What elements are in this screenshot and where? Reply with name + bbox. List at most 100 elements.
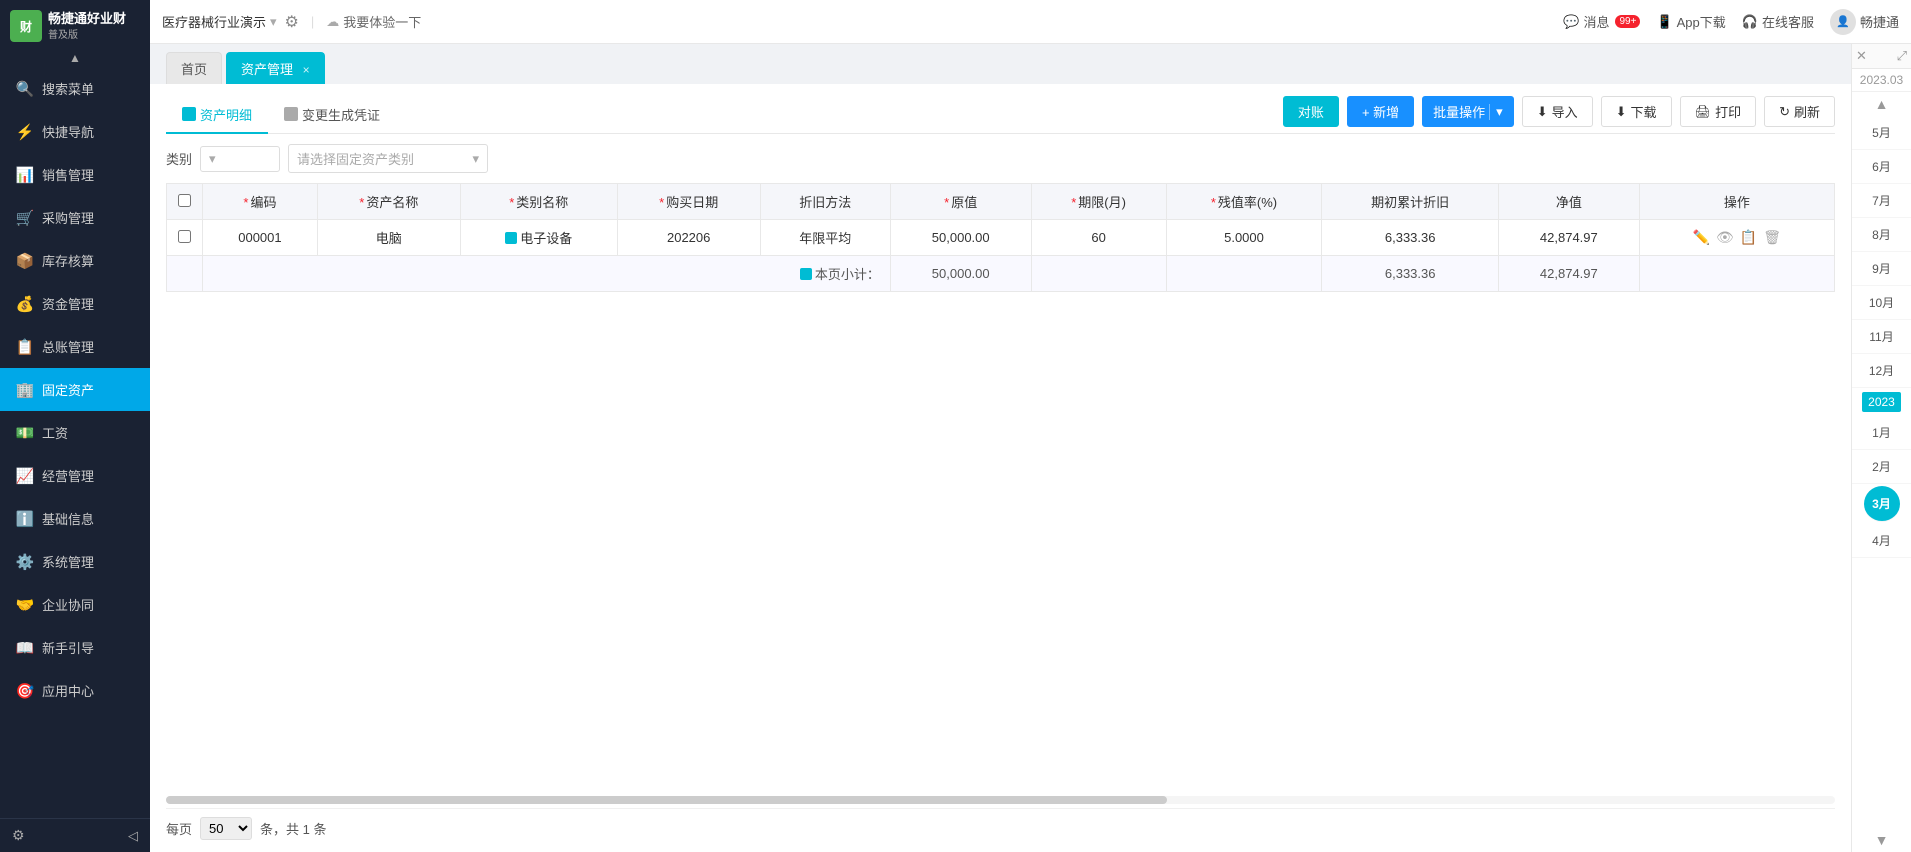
month-item-10[interactable]: 10月	[1852, 286, 1911, 320]
sidebar-label-fixed-assets: 固定资产	[42, 380, 94, 399]
app-version: 普及版	[48, 26, 126, 41]
month-item-6[interactable]: 6月	[1852, 150, 1911, 184]
month-item-3-active[interactable]: 3月	[1864, 486, 1900, 522]
sidebar-item-guide[interactable]: 📖 新手引导	[0, 626, 150, 669]
per-page-select[interactable]: 50 10 20 100	[200, 817, 252, 840]
month-item-12[interactable]: 12月	[1852, 354, 1911, 388]
tab-asset-mgmt[interactable]: 资产管理 ×	[226, 52, 325, 84]
ledger-icon: 📋	[16, 338, 34, 356]
import-button[interactable]: ⬇ 导入	[1522, 96, 1593, 127]
messages-badge: 99+	[1615, 15, 1640, 28]
sidebar-label-quick-nav: 快捷导航	[42, 122, 94, 141]
pagination: 每页 50 10 20 100 条，共 1 条	[166, 808, 1835, 840]
row-residual-rate: 5.0000	[1166, 220, 1322, 256]
category-select[interactable]: ▾	[200, 146, 280, 172]
sub-tab-asset-detail[interactable]: 资产明细	[166, 96, 268, 134]
content-area: 首页 资产管理 × 资产明细 变更生成凭证	[150, 44, 1911, 852]
sidebar-item-inventory[interactable]: 📦 库存核算	[0, 239, 150, 282]
asset-detail-tab-icon	[182, 107, 196, 121]
app-download-icon: 📱	[1656, 14, 1672, 30]
tab-asset-mgmt-label: 资产管理	[241, 62, 293, 77]
copy-icon[interactable]: 📋	[1740, 229, 1757, 246]
month-item-8[interactable]: 8月	[1852, 218, 1911, 252]
filter-row: 类别 ▾ 请选择固定资产类别 ▾	[166, 144, 1835, 173]
delete-icon[interactable]: 🗑	[1763, 229, 1781, 246]
col-original-value: *原值	[890, 184, 1031, 220]
col-depreciation-method: 折旧方法	[760, 184, 890, 220]
subtotal-actions	[1639, 256, 1834, 292]
sidebar-item-ledger[interactable]: 📋 总账管理	[0, 325, 150, 368]
salary-icon: 💵	[16, 424, 34, 442]
row-depreciation-method: 年限平均	[760, 220, 890, 256]
month-item-1[interactable]: 1月	[1852, 416, 1911, 450]
topbar: 医疗器械行业演示 ▾ ⚙ | ☁ 我要体验一下 💬 消息 99+ 📱 App下载…	[150, 0, 1911, 44]
sidebar-label-funds: 资金管理	[42, 294, 94, 313]
month-item-7[interactable]: 7月	[1852, 184, 1911, 218]
refresh-button[interactable]: ↻ 刷新	[1764, 96, 1835, 127]
batch-ops-button[interactable]: 批量操作 ▾	[1422, 96, 1514, 127]
category-input-arrow: ▾	[472, 151, 479, 167]
view-icon[interactable]: 👁	[1716, 229, 1734, 246]
sidebar-item-enterprise[interactable]: 🤝 企业协同	[0, 583, 150, 626]
experience-icon: ☁	[326, 14, 339, 30]
sidebar-scroll-up[interactable]: ▲	[0, 48, 150, 67]
sidebar-item-purchase[interactable]: 🛒 采购管理	[0, 196, 150, 239]
sidebar-collapse-button[interactable]: ◁	[128, 828, 138, 844]
sidebar-item-basic-info[interactable]: ℹ️ 基础信息	[0, 497, 150, 540]
download-button[interactable]: ⬇ 下载	[1601, 96, 1672, 127]
sidebar-item-app-center[interactable]: 🎯 应用中心	[0, 669, 150, 712]
company-dropdown-icon: ▾	[270, 14, 277, 30]
settings-icon[interactable]: ⚙	[12, 827, 25, 844]
sidebar-item-system[interactable]: ⚙️ 系统管理	[0, 540, 150, 583]
tab-home[interactable]: 首页	[166, 52, 222, 84]
select-all-checkbox[interactable]	[178, 194, 191, 207]
topbar-settings-icon[interactable]: ⚙	[285, 12, 299, 32]
sidebar-label-basic-info: 基础信息	[42, 509, 94, 528]
horizontal-scrollbar[interactable]	[166, 796, 1835, 804]
month-item-11[interactable]: 11月	[1852, 320, 1911, 354]
sub-tab-change-voucher[interactable]: 变更生成凭证	[268, 96, 396, 134]
category-input[interactable]: 请选择固定资产类别 ▾	[288, 144, 488, 173]
fixed-assets-icon: 🏢	[16, 381, 34, 399]
sidebar-item-fixed-assets[interactable]: 🏢 固定资产	[0, 368, 150, 411]
sidebar-nav: 🔍 搜索菜单 ⚡ 快捷导航 📊 销售管理 🛒 采购管理 📦 库存核算 💰 资金管…	[0, 67, 150, 818]
row-select-checkbox[interactable]	[178, 230, 191, 243]
app-download-button[interactable]: 📱 App下载	[1656, 12, 1725, 31]
sidebar-item-quick-nav[interactable]: ⚡ 快捷导航	[0, 110, 150, 153]
right-panel-expand-button[interactable]: ⤢	[1897, 48, 1907, 64]
category-input-placeholder: 请选择固定资产类别	[297, 149, 414, 168]
edit-icon[interactable]: ✏️	[1693, 229, 1710, 246]
user-menu[interactable]: 👤 畅捷通	[1830, 9, 1899, 35]
calendar-down-button[interactable]: ▼	[1852, 828, 1911, 852]
new-button[interactable]: + 新增	[1347, 96, 1414, 127]
col-purchase-date: *购买日期	[617, 184, 760, 220]
month-item-5[interactable]: 5月	[1852, 116, 1911, 150]
company-selector[interactable]: 医疗器械行业演示 ▾	[162, 12, 277, 31]
subtotal-label: 本页小计：	[203, 256, 891, 292]
month-item-4[interactable]: 4月	[1852, 524, 1911, 558]
month-item-2[interactable]: 2月	[1852, 450, 1911, 484]
sidebar-label-management: 经营管理	[42, 466, 94, 485]
purchase-icon: 🛒	[16, 209, 34, 227]
reconcile-button[interactable]: 对账	[1283, 96, 1339, 127]
app-name: 畅捷通好业财	[48, 11, 126, 27]
right-panel-close-button[interactable]: ✕	[1856, 48, 1867, 64]
sidebar-item-salary[interactable]: 💵 工资	[0, 411, 150, 454]
tab-close-icon[interactable]: ×	[303, 63, 310, 77]
row-accumulated-depreciation: 6,333.36	[1322, 220, 1499, 256]
sidebar-label-sales: 销售管理	[42, 165, 94, 184]
sidebar-label-purchase: 采购管理	[42, 208, 94, 227]
experience-button[interactable]: ☁ 我要体验一下	[326, 12, 421, 31]
online-service-button[interactable]: 🎧 在线客服	[1742, 12, 1814, 31]
print-button[interactable]: 🖨 打印	[1680, 96, 1757, 127]
topbar-divider: |	[311, 14, 314, 29]
sidebar-item-search[interactable]: 🔍 搜索菜单	[0, 67, 150, 110]
row-checkbox	[167, 220, 203, 256]
sidebar-item-funds[interactable]: 💰 资金管理	[0, 282, 150, 325]
messages-button[interactable]: 💬 消息 99+	[1563, 12, 1640, 31]
month-item-9[interactable]: 9月	[1852, 252, 1911, 286]
category-filter-label: 类别	[166, 149, 192, 168]
sidebar-item-management[interactable]: 📈 经营管理	[0, 454, 150, 497]
sidebar-item-sales[interactable]: 📊 销售管理	[0, 153, 150, 196]
calendar-up-button[interactable]: ▲	[1852, 92, 1911, 116]
